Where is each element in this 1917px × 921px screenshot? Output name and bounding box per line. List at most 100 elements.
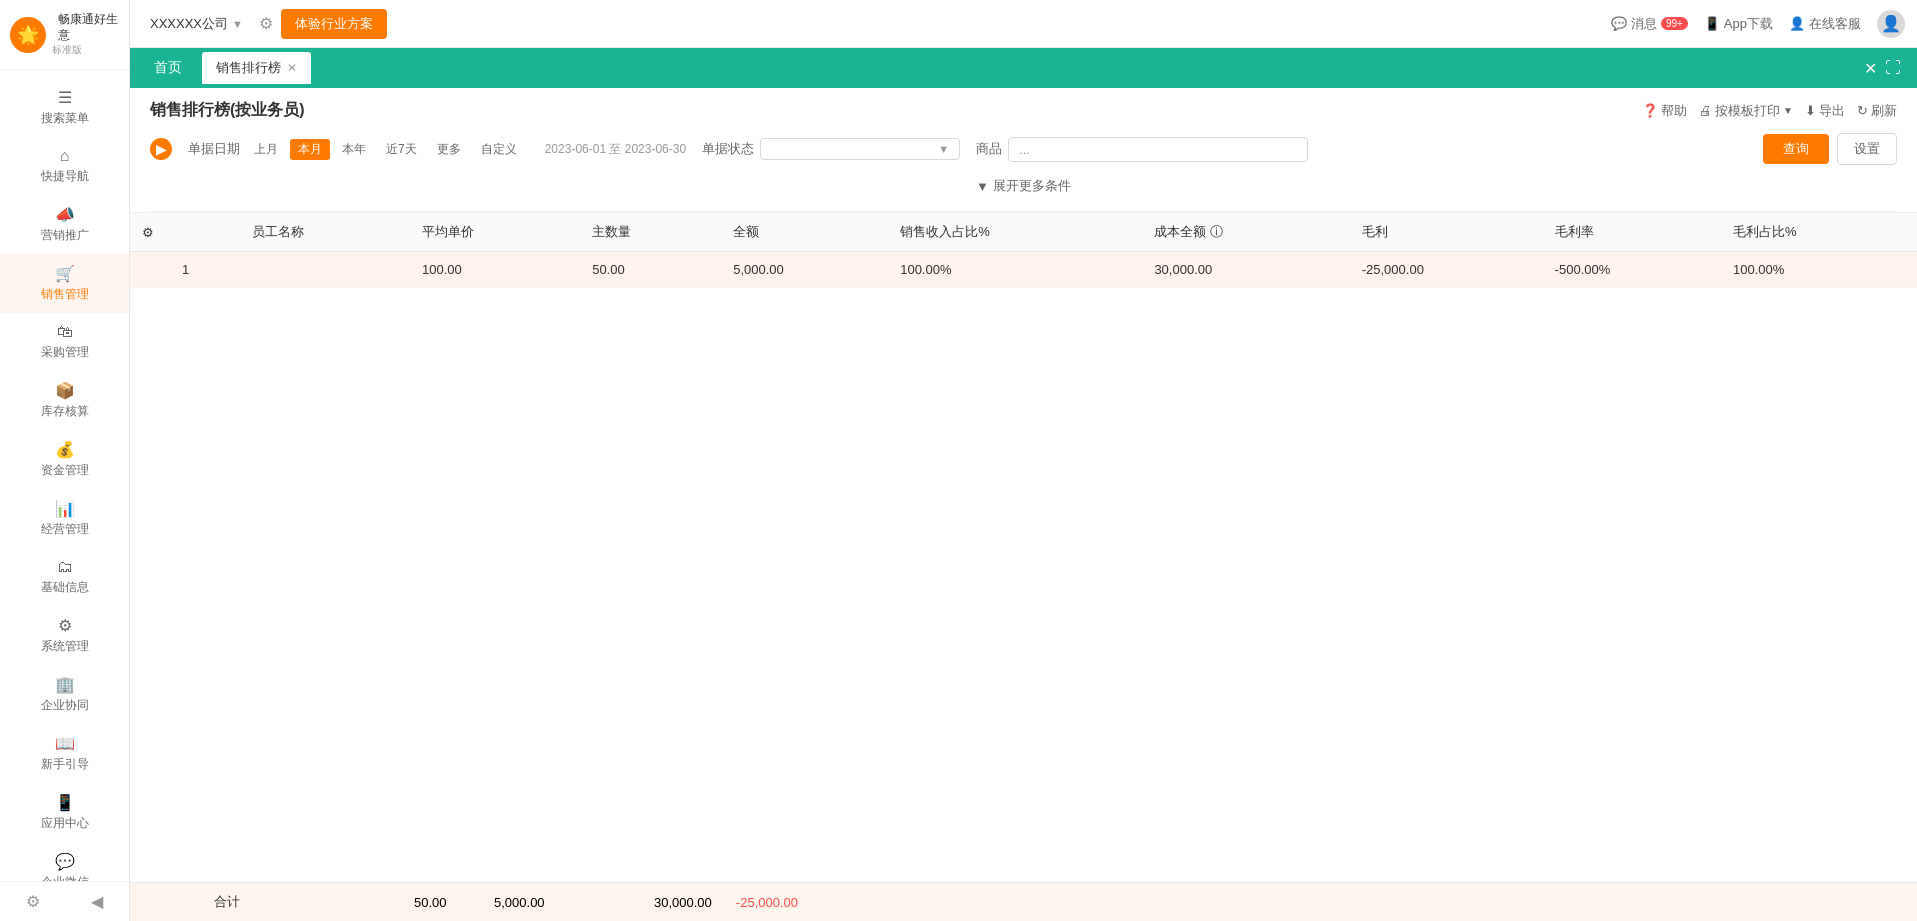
sidebar-item-inventory[interactable]: 📦 库存核算 [0, 371, 129, 430]
footer-qty: 50.00 [402, 895, 482, 910]
date-tabs: 上月 本月 本年 近7天 更多 自定义 [246, 139, 525, 160]
sidebar-item-finance[interactable]: 💰 资金管理 [0, 430, 129, 489]
help-label: 帮助 [1661, 102, 1687, 120]
status-filter: 单据状态 ▼ [702, 138, 960, 160]
table-area: ⚙ 员工名称 平均单价 主数量 全额 销售收入占比% 成本全额 ⓘ 毛利 毛利率… [130, 213, 1917, 882]
sidebar-nav: ☰ 搜索菜单 ⌂ 快捷导航 📣 营销推广 🛒 销售管理 🛍 采购管理 📦 库存核… [0, 70, 129, 881]
col-cost-amount: 成本全额 ⓘ [1142, 213, 1349, 252]
print-label: 按模板打印 [1715, 102, 1780, 120]
guide-icon: 📖 [55, 734, 75, 753]
sidebar-item-label: 库存核算 [41, 403, 89, 420]
sidebar-item-search[interactable]: ☰ 搜索菜单 [0, 78, 129, 137]
cell-name [240, 252, 410, 288]
purchase-icon: 🛍 [57, 323, 73, 341]
bell-icon: 💬 [1611, 16, 1627, 31]
date-filter: 单据日期 上月 本月 本年 近7天 更多 自定义 [188, 139, 525, 160]
sidebar-item-guide[interactable]: 📖 新手引导 [0, 724, 129, 783]
sidebar-item-wxwork[interactable]: 💬 企业微信 [0, 842, 129, 881]
sidebar-item-appcenter[interactable]: 📱 应用中心 [0, 783, 129, 842]
cell-avg-price: 100.00 [410, 252, 580, 288]
sidebar-item-label: 新手引导 [41, 756, 89, 773]
user-avatar[interactable]: 👤 [1877, 10, 1905, 38]
footer-total-label: 合计 [202, 893, 322, 911]
service-icon: 👤 [1789, 16, 1805, 31]
export-label: 导出 [1819, 102, 1845, 120]
page-header: 销售排行榜(按业务员) ❓ 帮助 🖨 按模板打印 ▼ ⬇ 导出 [130, 88, 1917, 213]
cell-amount: 5,000.00 [721, 252, 888, 288]
status-label: 单据状态 [702, 140, 754, 158]
tab-close-icon[interactable]: ✕ [287, 61, 297, 75]
date-tab-this-year[interactable]: 本年 [334, 139, 374, 160]
sidebar-item-basic[interactable]: 🗂 基础信息 [0, 548, 129, 606]
sidebar-logo: 🌟 畅康通好生意 标准版 [0, 0, 129, 70]
tab-expand-icon[interactable]: ⛶ [1885, 59, 1901, 78]
sidebar-item-label: 销售管理 [41, 286, 89, 303]
logo-title: 畅康通好生意 [58, 12, 119, 43]
chevron-down-icon: ▼ [232, 18, 243, 30]
notification-badge: 99+ [1661, 17, 1688, 30]
online-service-button[interactable]: 👤 在线客服 [1789, 15, 1861, 33]
query-button[interactable]: 查询 [1763, 134, 1829, 164]
settings-icon[interactable]: ⚙ [259, 14, 273, 33]
sidebar-item-label: 快捷导航 [41, 168, 89, 185]
filter-area: ▶ 单据日期 上月 本月 本年 近7天 更多 自定义 2023-06 [150, 133, 1897, 212]
notifications-button[interactable]: 💬 消息 99+ [1611, 15, 1688, 33]
page-actions: ❓ 帮助 🖨 按模板打印 ▼ ⬇ 导出 ↻ 刷新 [1642, 102, 1897, 120]
inventory-icon: 📦 [55, 381, 75, 400]
table-body: 1 100.00 50.00 5,000.00 100.00% 30,000.0… [130, 252, 1917, 288]
expand-more-button[interactable]: ▼ 展开更多条件 [150, 171, 1897, 201]
sidebar-collapse-button[interactable]: ◀ [91, 892, 103, 911]
sidebar-settings-button[interactable]: ⚙ [26, 892, 40, 911]
sidebar-item-purchase[interactable]: 🛍 采购管理 [0, 313, 129, 371]
refresh-button[interactable]: ↻ 刷新 [1857, 102, 1897, 120]
home-tab-label: 首页 [154, 59, 182, 77]
sidebar-bottom: ⚙ ◀ [0, 881, 129, 921]
table-footer: 合计 50.00 5,000.00 30,000.00 -25,000.00 [130, 882, 1917, 921]
sidebar-item-enterprise[interactable]: 🏢 企业协同 [0, 665, 129, 724]
tab-sales-ranking[interactable]: 销售排行榜 ✕ [202, 52, 311, 84]
date-tab-last-month[interactable]: 上月 [246, 139, 286, 160]
download-icon: 📱 [1704, 16, 1720, 31]
print-button[interactable]: 🖨 按模板打印 ▼ [1699, 102, 1793, 120]
col-settings[interactable]: ⚙ [130, 213, 170, 252]
sidebar-item-label: 营销推广 [41, 227, 89, 244]
finance-icon: 💰 [55, 440, 75, 459]
app-download-button[interactable]: 📱 App下载 [1704, 15, 1773, 33]
sidebar-item-system[interactable]: ⚙ 系统管理 [0, 606, 129, 665]
sidebar-item-label: 系统管理 [41, 638, 89, 655]
goods-input[interactable]: ... [1008, 137, 1308, 162]
print-icon: 🖨 [1699, 103, 1712, 118]
company-selector[interactable]: XXXXXX公司 ▼ [142, 11, 251, 37]
filter-expand-button[interactable]: ▶ [150, 138, 172, 160]
cell-rank: 1 [170, 252, 240, 288]
cell-qty: 50.00 [580, 252, 721, 288]
date-tab-7days[interactable]: 近7天 [378, 139, 425, 160]
cell-profit-ratio: 100.00% [1721, 252, 1917, 288]
date-tab-custom[interactable]: 自定义 [473, 139, 525, 160]
topbar-right: 💬 消息 99+ 📱 App下载 👤 在线客服 👤 [1611, 10, 1905, 38]
export-button[interactable]: ⬇ 导出 [1805, 102, 1845, 120]
trial-button[interactable]: 体验行业方案 [281, 9, 387, 39]
cell-profit: -25,000.00 [1350, 252, 1543, 288]
settings-button[interactable]: 设置 [1837, 133, 1897, 165]
col-profit-rate: 毛利率 [1543, 213, 1721, 252]
expand-more-icon: ▼ [976, 179, 989, 194]
sidebar-item-marketing[interactable]: 📣 营销推广 [0, 195, 129, 254]
app-download-label: App下载 [1724, 15, 1773, 33]
help-button[interactable]: ❓ 帮助 [1642, 102, 1687, 120]
status-select[interactable]: ▼ [760, 138, 960, 160]
date-tab-this-month[interactable]: 本月 [290, 139, 330, 160]
search-menu-icon: ☰ [58, 88, 72, 107]
help-icon: ❓ [1642, 103, 1658, 118]
tab-home[interactable]: 首页 [138, 48, 198, 88]
sidebar-item-sales[interactable]: 🛒 销售管理 [0, 254, 129, 313]
sales-icon: 🛒 [55, 264, 75, 283]
date-tab-more[interactable]: 更多 [429, 139, 469, 160]
online-service-label: 在线客服 [1809, 15, 1861, 33]
sidebar-item-label: 资金管理 [41, 462, 89, 479]
cell-profit-rate: -500.00% [1543, 252, 1721, 288]
tab-close-all-icon[interactable]: ✕ [1864, 59, 1877, 78]
sidebar-item-shortcut[interactable]: ⌂ 快捷导航 [0, 137, 129, 195]
col-profit: 毛利 [1350, 213, 1543, 252]
sidebar-item-operations[interactable]: 📊 经营管理 [0, 489, 129, 548]
